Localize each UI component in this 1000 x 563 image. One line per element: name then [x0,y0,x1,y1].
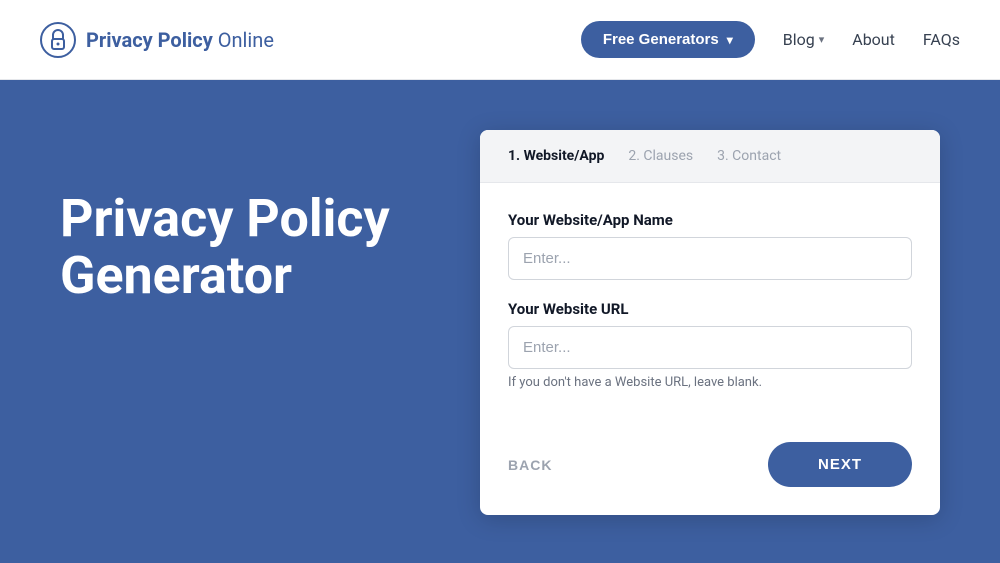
website-name-input[interactable] [508,237,912,280]
step-2: 2. Clauses [628,148,693,164]
main-content: Privacy Policy Generator 1. Website/App … [0,80,1000,563]
logo-text: Privacy Policy Online [86,28,274,52]
back-button[interactable]: BACK [508,457,552,473]
logo[interactable]: Privacy Policy Online [40,22,274,58]
chevron-down-icon: ▾ [819,33,825,46]
hero-title: Privacy Policy Generator [60,190,480,304]
free-generators-button[interactable]: Free Generators ▾ [581,21,755,58]
website-name-label: Your Website/App Name [508,211,912,229]
nav: Free Generators ▾ Blog ▾ About FAQs [581,21,960,58]
blog-link[interactable]: Blog ▾ [783,30,825,49]
url-hint-text: If you don't have a Website URL, leave b… [508,375,912,390]
about-link[interactable]: About [852,30,895,49]
website-url-input[interactable] [508,326,912,369]
form-actions: BACK NEXT [480,442,940,515]
chevron-down-icon: ▾ [727,33,733,47]
logo-icon [40,22,76,58]
step-3: 3. Contact [717,148,781,164]
hero-section: Privacy Policy Generator [60,130,480,304]
website-url-label: Your Website URL [508,300,912,318]
steps-bar: 1. Website/App 2. Clauses 3. Contact [480,130,940,183]
next-button[interactable]: NEXT [768,442,912,487]
form-body: Your Website/App Name Your Website URL I… [480,183,940,442]
faqs-link[interactable]: FAQs [923,30,960,49]
step-1: 1. Website/App [508,148,604,164]
form-card: 1. Website/App 2. Clauses 3. Contact You… [480,130,940,515]
header: Privacy Policy Online Free Generators ▾ … [0,0,1000,80]
